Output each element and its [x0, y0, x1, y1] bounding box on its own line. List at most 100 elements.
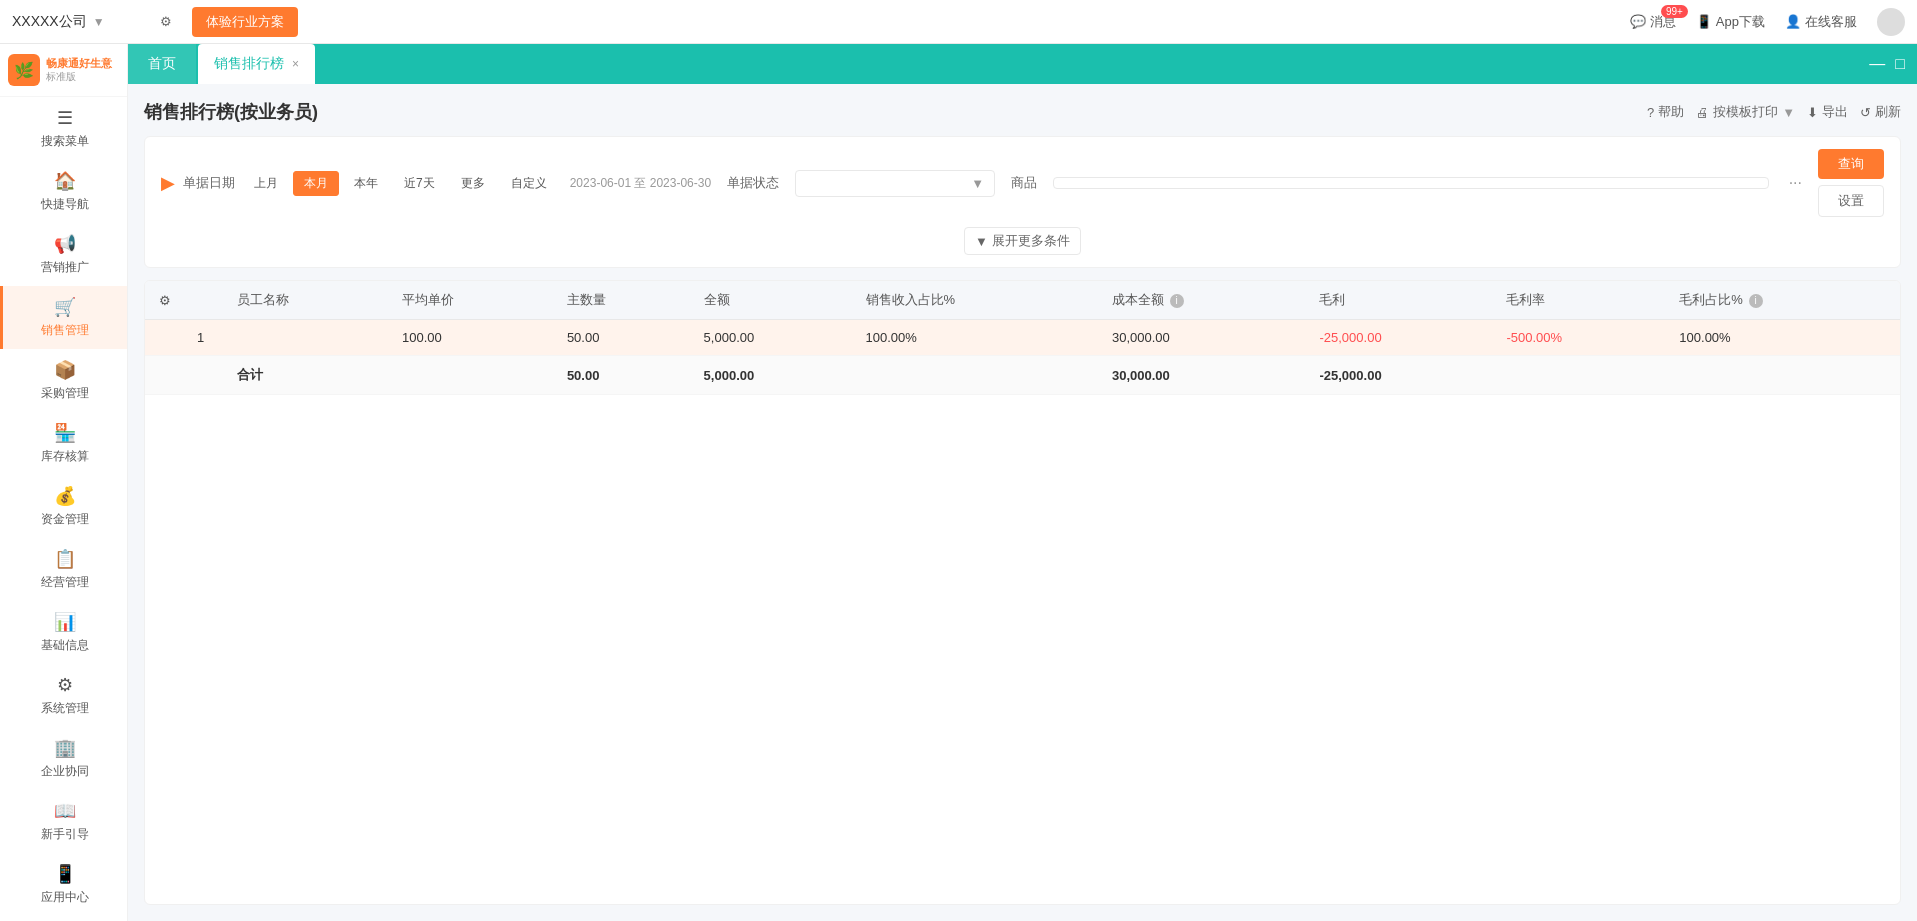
footer-total-label: 合计 [225, 356, 390, 395]
settings-button[interactable]: 设置 [1818, 185, 1884, 217]
col-sales-pct: 销售收入占比% [854, 281, 1100, 320]
sidebar-item-basic-info[interactable]: 📊 基础信息 [0, 601, 127, 664]
page-content: 销售排行榜(按业务员) ? 帮助 🖨 按模板打印 ▼ ⬇ 导出 [128, 84, 1917, 921]
inventory-icon: 🏪 [54, 422, 76, 444]
sidebar-item-operations[interactable]: 📋 经营管理 [0, 538, 127, 601]
tab-sales-ranking[interactable]: 销售排行榜 × [198, 44, 315, 84]
company-selector[interactable]: XXXXX公司 ▼ [12, 13, 152, 31]
goods-filter-label: 商品 [1011, 174, 1037, 192]
export-button[interactable]: ⬇ 导出 [1807, 103, 1848, 121]
col-profit-pct: 毛利占比% i [1667, 281, 1900, 320]
col-rank [185, 281, 225, 320]
logo-sub: 标准版 [46, 70, 112, 84]
date-pills: 上月 本月 本年 近7天 更多 自定义 [243, 171, 558, 196]
status-select[interactable]: ▼ [795, 170, 995, 197]
tab-minimize-icon[interactable]: — [1869, 55, 1885, 73]
row-avg-price: 100.00 [390, 320, 555, 356]
goods-select[interactable] [1053, 177, 1769, 189]
page-actions: ? 帮助 🖨 按模板打印 ▼ ⬇ 导出 ↺ 刷新 [1647, 103, 1901, 121]
sidebar-item-enterprise[interactable]: 🏢 企业协同 [0, 727, 127, 790]
online-service-btn[interactable]: 👤 在线客服 [1785, 13, 1857, 31]
refresh-icon: ↺ [1860, 105, 1871, 120]
filter-bar: ▶ 单据日期 上月 本月 本年 近7天 更多 自定义 2023-06-01 至 … [144, 136, 1901, 268]
app-download-label: App下载 [1716, 13, 1765, 31]
user-avatar[interactable] [1877, 8, 1905, 36]
logo-icon: 🌿 [8, 54, 40, 86]
sidebar-item-label-guide: 新手引导 [41, 826, 89, 843]
col-settings[interactable]: ⚙ [145, 281, 185, 320]
header-right: 💬 消息 99+ 📱 App下载 👤 在线客服 [1630, 8, 1905, 36]
logo-text: 畅康通好生意 [46, 56, 112, 70]
refresh-label: 刷新 [1875, 103, 1901, 121]
sidebar-item-label-inventory: 库存核算 [41, 448, 89, 465]
sidebar-item-label-appcenter: 应用中心 [41, 889, 89, 906]
messages-btn[interactable]: 💬 消息 99+ [1630, 13, 1676, 31]
page-header: 销售排行榜(按业务员) ? 帮助 🖨 按模板打印 ▼ ⬇ 导出 [144, 100, 1901, 124]
table-row: 1 100.00 50.00 5,000.00 100.00% 30,000.0… [145, 320, 1900, 356]
table-footer-row: 合计 50.00 5,000.00 30,000.00 -25,000.00 [145, 356, 1900, 395]
online-service-label: 在线客服 [1805, 13, 1857, 31]
more-filters-icon[interactable]: ··· [1789, 174, 1802, 192]
collapse-toggle[interactable]: ▶ [161, 172, 175, 194]
sidebar-item-label-purchase: 采购管理 [41, 385, 89, 402]
sidebar-item-wechat[interactable]: 💬 企业微信 [0, 916, 127, 921]
footer-avg-price [390, 356, 555, 395]
date-pill-this-month[interactable]: 本月 [293, 171, 339, 196]
col-cost: 成本全额 i [1100, 281, 1308, 320]
footer-settings-cell [145, 356, 185, 395]
col-name: 员工名称 [225, 281, 390, 320]
sidebar-item-quick-nav[interactable]: 🏠 快捷导航 [0, 160, 127, 223]
sidebar-item-label-quicknav: 快捷导航 [41, 196, 89, 213]
refresh-button[interactable]: ↺ 刷新 [1860, 103, 1901, 121]
sidebar-item-search[interactable]: ☰ 搜索菜单 [0, 97, 127, 160]
footer-profit: -25,000.00 [1307, 356, 1494, 395]
sidebar-item-finance[interactable]: 💰 资金管理 [0, 475, 127, 538]
print-label: 按模板打印 [1713, 103, 1778, 121]
sidebar: 🌿 畅康通好生意 标准版 ☰ 搜索菜单 🏠 快捷导航 📢 营销推广 🛒 销售管理… [0, 44, 128, 921]
date-pill-this-year[interactable]: 本年 [343, 171, 389, 196]
footer-sales-pct [854, 356, 1100, 395]
sidebar-item-label-finance: 资金管理 [41, 511, 89, 528]
print-button[interactable]: 🖨 按模板打印 ▼ [1696, 103, 1795, 121]
profit-pct-info-icon[interactable]: i [1749, 294, 1763, 308]
sidebar-item-label-sales: 销售管理 [41, 322, 89, 339]
sidebar-item-app-center[interactable]: 📱 应用中心 [0, 853, 127, 916]
sidebar-item-sales[interactable]: 🛒 销售管理 [0, 286, 127, 349]
ranking-table: ⚙ 员工名称 平均单价 主数量 全额 销售收入占比% 成本全额 i 毛利 [145, 281, 1900, 395]
help-icon: ? [1647, 105, 1654, 120]
sidebar-item-purchase[interactable]: 📦 采购管理 [0, 349, 127, 412]
tab-home[interactable]: 首页 [128, 44, 196, 84]
cost-info-icon[interactable]: i [1170, 294, 1184, 308]
purchase-icon: 📦 [54, 359, 76, 381]
date-pill-last-month[interactable]: 上月 [243, 171, 289, 196]
main-content: 首页 销售排行榜 × — □ 销售排行榜(按业务员) ? 帮助 [128, 44, 1917, 921]
operations-icon: 📋 [54, 548, 76, 570]
sidebar-item-label-search: 搜索菜单 [41, 133, 89, 150]
col-profit: 毛利 [1307, 281, 1494, 320]
sidebar-item-system[interactable]: ⚙ 系统管理 [0, 664, 127, 727]
tab-bar: 首页 销售排行榜 × — □ [128, 44, 1917, 84]
top-header: XXXXX公司 ▼ ⚙ 体验行业方案 💬 消息 99+ 📱 App下载 👤 在线… [0, 0, 1917, 44]
tab-close-icon[interactable]: × [292, 57, 299, 71]
app-download-btn[interactable]: 📱 App下载 [1696, 13, 1765, 31]
export-label: 导出 [1822, 103, 1848, 121]
expand-button[interactable]: ▼ 展开更多条件 [964, 227, 1081, 255]
basic-info-icon: 📊 [54, 611, 76, 633]
tab-maximize-icon[interactable]: □ [1895, 55, 1905, 73]
date-filter-group: ▶ 单据日期 上月 本月 本年 近7天 更多 自定义 2023-06-01 至 … [161, 171, 711, 196]
footer-cost: 30,000.00 [1100, 356, 1308, 395]
print-chevron-icon: ▼ [1782, 105, 1795, 120]
date-pill-custom[interactable]: 自定义 [500, 171, 558, 196]
data-table: ⚙ 员工名称 平均单价 主数量 全额 销售收入占比% 成本全额 i 毛利 [144, 280, 1901, 905]
sidebar-item-marketing[interactable]: 📢 营销推广 [0, 223, 127, 286]
date-pill-7days[interactable]: 近7天 [393, 171, 446, 196]
settings-icon[interactable]: ⚙ [152, 8, 180, 36]
help-button[interactable]: ? 帮助 [1647, 103, 1684, 121]
date-pill-more[interactable]: 更多 [450, 171, 496, 196]
trial-button[interactable]: 体验行业方案 [192, 7, 298, 37]
sidebar-item-guide[interactable]: 📖 新手引导 [0, 790, 127, 853]
sidebar-item-inventory[interactable]: 🏪 库存核算 [0, 412, 127, 475]
company-chevron-icon: ▼ [93, 15, 105, 29]
date-filter-label: 单据日期 [183, 174, 235, 192]
query-button[interactable]: 查询 [1818, 149, 1884, 179]
